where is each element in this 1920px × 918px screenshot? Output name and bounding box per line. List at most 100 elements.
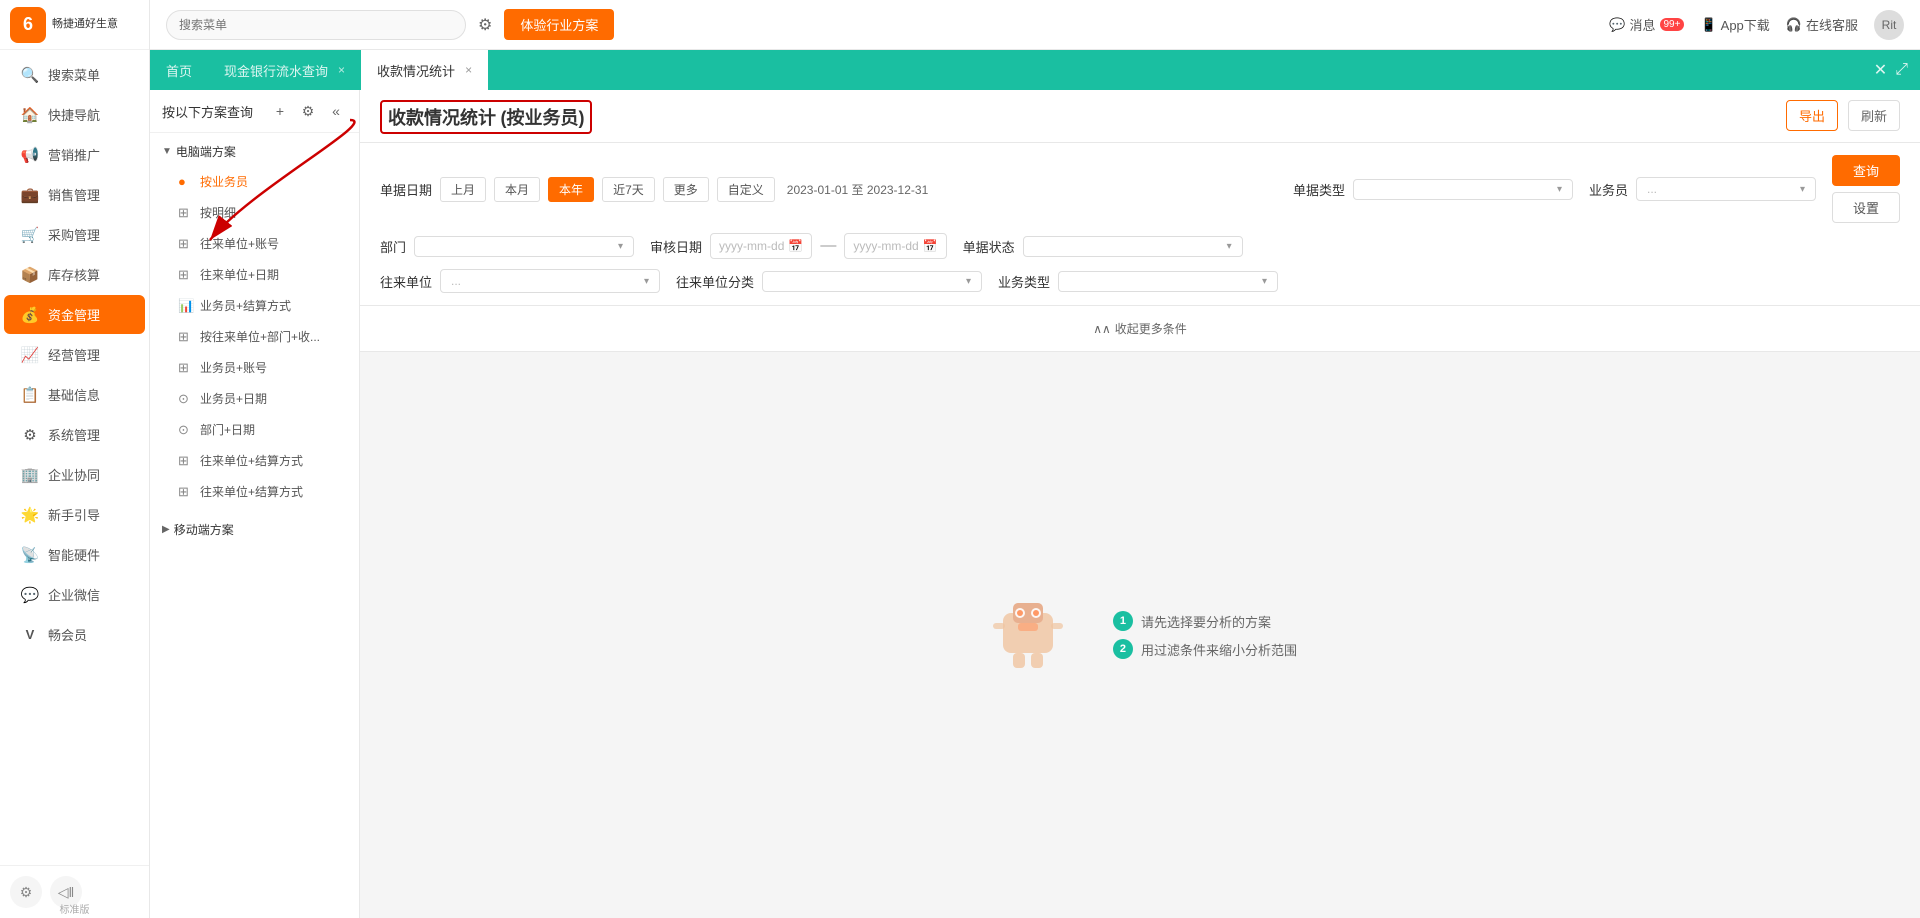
scheme-settings-btn[interactable]: ⚙ <box>297 100 319 122</box>
partner-account-icon: ⊞ <box>178 236 194 252</box>
sidebar-item-purchase[interactable]: 🛒 采购管理 <box>4 215 145 254</box>
tab-close-bank-flow[interactable]: × <box>338 63 345 77</box>
trial-btn[interactable]: 体验行业方案 <box>504 9 614 40</box>
dept-label: 部门 <box>380 237 406 256</box>
online-service-btn[interactable]: 🎧 在线客服 <box>1786 15 1858 34</box>
scheme-item-partner-date[interactable]: ⊞ 往来单位+日期 <box>150 259 359 290</box>
tab-home[interactable]: 首页 <box>150 50 208 90</box>
empty-state: 1 请先选择要分析的方案 2 用过滤条件来缩小分析范围 <box>983 588 1297 683</box>
scheme-item-partner-account[interactable]: ⊞ 往来单位+账号 <box>150 228 359 259</box>
sidebar-item-label: 营销推广 <box>48 145 100 164</box>
close-all-btn[interactable]: ✕ <box>1874 60 1887 80</box>
main-area: ⚙ 体验行业方案 💬 消息 99+ 📱 App下载 🎧 在线客服 Rit <box>150 0 1920 918</box>
dept-select[interactable]: ▾ <box>414 236 634 257</box>
app-download-btn[interactable]: 📱 App下载 <box>1700 15 1769 34</box>
doc-status-select[interactable]: ▾ <box>1023 236 1243 257</box>
scheme-item-label: 业务员+结算方式 <box>200 297 291 314</box>
sidebar-item-operations[interactable]: 📈 经营管理 <box>4 335 145 374</box>
tabs-right-actions: ✕ ⤢ <box>1862 50 1920 90</box>
scheme-item-salesman-settlement[interactable]: 📊 业务员+结算方式 <box>150 290 359 321</box>
biz-type-select[interactable]: ▾ <box>1058 271 1278 292</box>
doc-type-chevron-icon: ▾ <box>1557 184 1562 195</box>
partner-dept-icon: ⊞ <box>178 329 194 345</box>
scheme-item-by-detail[interactable]: ⊞ 按明细 <box>150 197 359 228</box>
scheme-item-label: 往来单位+结算方式 <box>200 452 303 469</box>
date-btn-this-year[interactable]: 本年 <box>548 177 594 202</box>
service-icon: 🎧 <box>1786 17 1802 33</box>
sidebar-item-search[interactable]: 🔍 搜索菜单 <box>4 55 145 94</box>
scheme-item-partner-settlement[interactable]: ⊞ 往来单位+结算方式 <box>150 445 359 476</box>
salesman-select[interactable]: ... ▾ <box>1636 177 1816 201</box>
sidebar-item-smart-hw[interactable]: 📡 智能硬件 <box>4 535 145 574</box>
search-input[interactable] <box>166 10 466 40</box>
sidebar-item-guide[interactable]: 🌟 新手引导 <box>4 495 145 534</box>
tab-collection-stat[interactable]: 收款情况统计 × <box>361 50 488 90</box>
scheme-item-by-salesman[interactable]: ● 按业务员 <box>150 166 359 197</box>
message-btn[interactable]: 💬 消息 99+ <box>1609 15 1684 34</box>
partner-select[interactable]: ... ▾ <box>440 269 660 293</box>
fullscreen-btn[interactable]: ⤢ <box>1895 61 1908 79</box>
audit-to-placeholder: yyyy-mm-dd <box>853 239 918 253</box>
scheme-item-salesman-account[interactable]: ⊞ 业务员+账号 <box>150 352 359 383</box>
date-btn-this-month[interactable]: 本月 <box>494 177 540 202</box>
sidebar-item-finance[interactable]: 💰 资金管理 <box>4 295 145 334</box>
sidebar-item-label: 企业微信 <box>48 585 100 604</box>
page-title: 收款情况统计 <box>388 108 496 128</box>
robot-svg <box>983 588 1073 678</box>
query-btn[interactable]: 查询 <box>1832 155 1900 186</box>
scheme-add-btn[interactable]: + <box>269 100 291 122</box>
sidebar-item-quick-nav[interactable]: 🏠 快捷导航 <box>4 95 145 134</box>
tab-close-collection-stat[interactable]: × <box>465 63 472 77</box>
sidebar-item-label: 采购管理 <box>48 225 100 244</box>
partner-cat-label: 往来单位分类 <box>676 272 754 291</box>
scheme-group-desktop-title[interactable]: ▼ 电脑端方案 <box>150 137 359 166</box>
scheme-item-salesman-date[interactable]: ⊙ 业务员+日期 <box>150 383 359 414</box>
sidebar-item-marketing[interactable]: 📢 营销推广 <box>4 135 145 174</box>
sidebar-item-member[interactable]: V 畅会员 <box>4 615 145 654</box>
robot-illustration <box>983 588 1073 683</box>
scheme-group-mobile-title[interactable]: ▶ 移动端方案 <box>150 515 359 544</box>
date-btn-custom[interactable]: 自定义 <box>717 177 775 202</box>
audit-date-from[interactable]: yyyy-mm-dd 📅 <box>710 233 812 259</box>
finance-icon: 💰 <box>20 306 40 324</box>
online-service-label: 在线客服 <box>1806 15 1858 34</box>
sidebar-item-sales[interactable]: 💼 销售管理 <box>4 175 145 214</box>
export-btn[interactable]: 导出 <box>1786 100 1838 131</box>
sidebar-item-system[interactable]: ⚙ 系统管理 <box>4 415 145 454</box>
user-avatar[interactable]: Rit <box>1874 10 1904 40</box>
partner-settlement-icon: ⊞ <box>178 453 194 469</box>
partner-cat-select[interactable]: ▾ <box>762 271 982 292</box>
tab-bank-flow[interactable]: 现金银行流水查询 × <box>208 50 361 90</box>
filter-row-3: 往来单位 ... ▾ 往来单位分类 ▾ 业务类 <box>380 269 1900 293</box>
data-content: 1 请先选择要分析的方案 2 用过滤条件来缩小分析范围 <box>360 352 1920 918</box>
scheme-item-dept-date[interactable]: ⊙ 部门+日期 <box>150 414 359 445</box>
partner-settlement2-icon: ⊞ <box>178 484 194 500</box>
sidebar-item-label: 智能硬件 <box>48 545 100 564</box>
gear-icon[interactable]: ⚙ <box>478 15 492 35</box>
dept-chevron-icon: ▾ <box>618 241 623 252</box>
sidebar-item-wechat[interactable]: 💬 企业微信 <box>4 575 145 614</box>
settings-btn[interactable]: ⚙ <box>10 876 42 908</box>
audit-date-to[interactable]: yyyy-mm-dd 📅 <box>844 233 946 259</box>
settings-btn[interactable]: 设置 <box>1832 192 1900 223</box>
scheme-item-partner-dept[interactable]: ⊞ 按往来单位+部门+收... <box>150 321 359 352</box>
date-btn-last-month[interactable]: 上月 <box>440 177 486 202</box>
sidebar-item-label: 基础信息 <box>48 385 100 404</box>
collapse-more-btn[interactable]: ∧∧ 收起更多条件 <box>1085 312 1195 345</box>
refresh-btn[interactable]: 刷新 <box>1848 100 1900 131</box>
doc-type-select[interactable]: ▾ <box>1353 179 1573 200</box>
sidebar-item-inventory[interactable]: 📦 库存核算 <box>4 255 145 294</box>
date-range-display: 2023-01-01 至 2023-12-31 <box>787 181 928 198</box>
scheme-collapse-btn[interactable]: « <box>325 100 347 122</box>
sidebar-item-label: 库存核算 <box>48 265 100 284</box>
action-btns: 查询 设置 <box>1832 155 1900 223</box>
sidebar-item-label: 经营管理 <box>48 345 100 364</box>
date-btn-more[interactable]: 更多 <box>663 177 709 202</box>
sidebar-item-enterprise[interactable]: 🏢 企业协同 <box>4 455 145 494</box>
group-arrow-icon: ▼ <box>162 146 172 157</box>
date-btn-7days[interactable]: 近7天 <box>602 177 655 202</box>
scheme-item-partner-settlement2[interactable]: ⊞ 往来单位+结算方式 <box>150 476 359 507</box>
purchase-icon: 🛒 <box>20 226 40 244</box>
sidebar-item-label: 企业协同 <box>48 465 100 484</box>
sidebar-item-basic-info[interactable]: 📋 基础信息 <box>4 375 145 414</box>
